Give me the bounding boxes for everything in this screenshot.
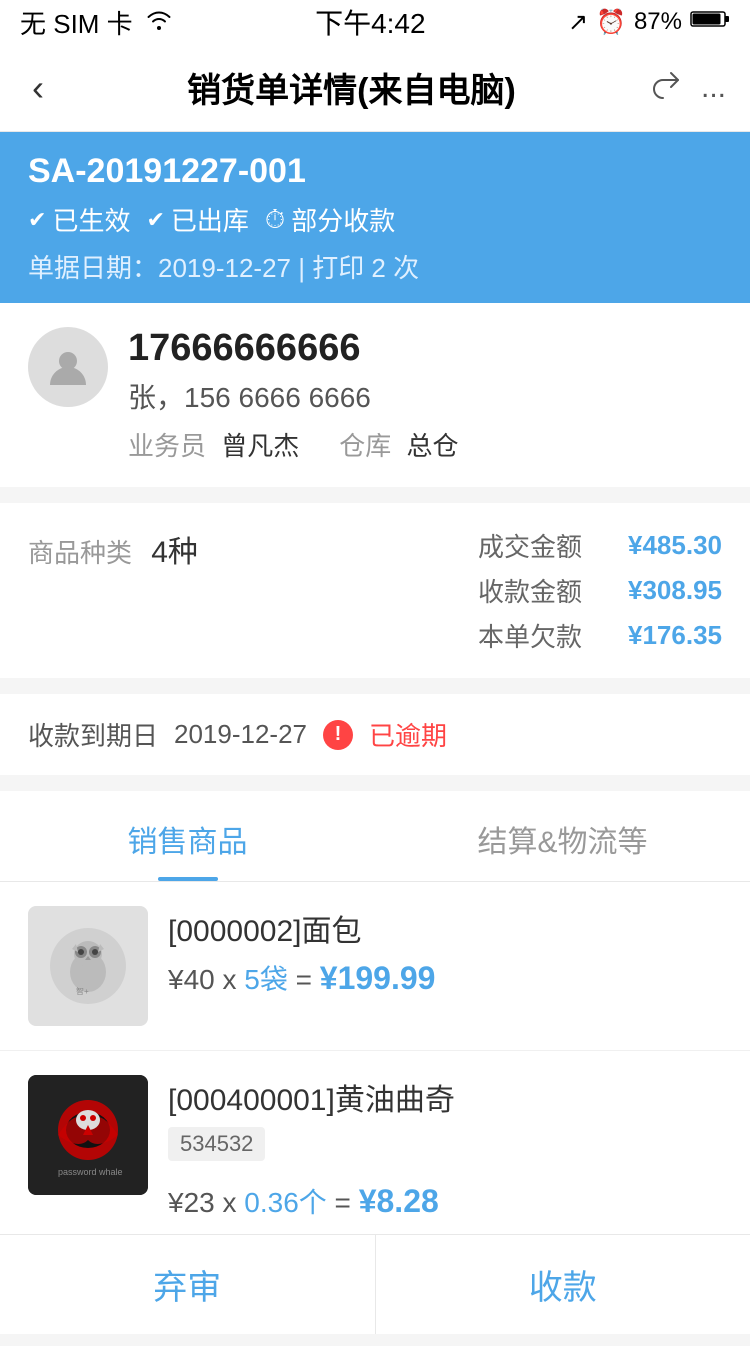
- product-details: [0000002]面包 ¥40 x 5袋 = ¥199.99: [168, 906, 722, 998]
- warehouse-label: 仓库: [339, 431, 391, 461]
- bottom-bar: 弃审 收款: [0, 1234, 750, 1334]
- product-price: ¥23 x 0.36个 = ¥8.28: [168, 1181, 722, 1221]
- product-total: ¥8.28: [359, 1183, 439, 1219]
- badge-shipped-label: 已出库: [171, 201, 249, 238]
- svg-text:智+: 智+: [76, 986, 89, 996]
- warehouse-value: 总仓: [407, 431, 459, 461]
- back-button[interactable]: ‹: [24, 59, 52, 117]
- overdue-icon: !: [323, 720, 353, 750]
- customer-id: 17666666666: [128, 327, 722, 370]
- product-total: ¥199.99: [320, 960, 436, 996]
- product-qty: 5袋: [244, 964, 288, 995]
- battery-icon: [690, 8, 730, 36]
- product-types-field: 商品种类 4种: [28, 527, 198, 571]
- status-right-icons: ↗ ⏰ 87%: [568, 8, 730, 37]
- products-list: 智+ [0000002]面包 ¥40 x 5袋 = ¥199.99: [0, 882, 750, 1246]
- svg-text:password whale: password whale: [58, 1167, 123, 1177]
- badge-partial-label: 部分收款: [291, 201, 395, 238]
- product-qty: 0.36个: [244, 1187, 327, 1218]
- warehouse-field: 仓库 总仓: [339, 426, 458, 463]
- nav-right-actions: ...: [651, 69, 726, 107]
- order-number: SA-20191227-001: [28, 152, 306, 191]
- product-price: ¥40 x 5袋 = ¥199.99: [168, 958, 722, 998]
- collection-label: 收款金额: [478, 572, 582, 609]
- badge-shipped: ✔ 已出库: [146, 201, 248, 238]
- wifi-icon: [145, 7, 173, 38]
- customer-meta: 业务员 曾凡杰 仓库 总仓: [128, 426, 722, 463]
- order-date: 单据日期：2019-12-27 | 打印 2 次: [28, 248, 722, 285]
- customer-section: 17666666666 张，156 6666 6666 业务员 曾凡杰 仓库 总…: [0, 303, 750, 487]
- alarm-icon: ⏰: [596, 8, 626, 37]
- overdue-text: 已逾期: [369, 716, 447, 753]
- share-icon[interactable]: [651, 69, 681, 107]
- location-icon: ↗: [568, 8, 588, 37]
- transaction-label: 成交金额: [478, 527, 582, 564]
- transaction-row: 成交金额 ¥485.30: [478, 527, 722, 564]
- product-image: 智+: [28, 906, 148, 1026]
- carrier-text: 无 SIM 卡: [20, 4, 133, 41]
- product-types-value: 4种: [151, 536, 198, 569]
- financial-stats: 成交金额 ¥485.30 收款金额 ¥308.95 本单欠款 ¥176.35: [478, 527, 722, 654]
- debt-label: 本单欠款: [478, 617, 582, 654]
- salesperson-field: 业务员 曾凡杰: [128, 426, 299, 463]
- list-item: password whale [000400001]黄油曲奇 534532 ¥2…: [0, 1051, 750, 1246]
- due-date-value: 2019-12-27: [174, 719, 307, 750]
- price-base: ¥40 x: [168, 964, 244, 995]
- clock-icon: ⏱: [265, 204, 285, 236]
- confirm-button[interactable]: 收款: [376, 1235, 750, 1334]
- cancel-button[interactable]: 弃审: [0, 1235, 376, 1334]
- product-sku: 534532: [168, 1127, 265, 1161]
- product-thumbnail: 智+: [28, 906, 148, 1026]
- page-title: 销货单详情(来自电脑): [52, 63, 651, 112]
- more-icon[interactable]: ...: [701, 71, 726, 105]
- tabs: 销售商品 结算&物流等: [0, 791, 750, 882]
- debt-row: 本单欠款 ¥176.35: [478, 617, 722, 654]
- tab-settlement[interactable]: 结算&物流等: [375, 791, 750, 881]
- status-carrier: 无 SIM 卡: [20, 4, 173, 41]
- salesperson-label: 业务员: [128, 431, 206, 461]
- customer-name: 张，156 6666 6666: [128, 376, 722, 416]
- product-thumbnail: password whale: [28, 1075, 148, 1195]
- collection-value: ¥308.95: [602, 575, 722, 606]
- list-item: 智+ [0000002]面包 ¥40 x 5袋 = ¥199.99: [0, 882, 750, 1051]
- badge-effective: ✔ 已生效: [28, 201, 130, 238]
- stats-section: 商品种类 4种 成交金额 ¥485.30 收款金额 ¥308.95 本单欠款 ¥…: [0, 503, 750, 678]
- salesperson-value: 曾凡杰: [221, 431, 299, 461]
- due-date-section: 收款到期日 2019-12-27 ! 已逾期: [0, 694, 750, 775]
- collection-row: 收款金额 ¥308.95: [478, 572, 722, 609]
- product-types-label: 商品种类: [28, 538, 132, 568]
- due-date-label: 收款到期日: [28, 716, 158, 753]
- badge-partial: ⏱ 部分收款: [265, 201, 395, 238]
- debt-value: ¥176.35: [602, 620, 722, 651]
- badge-effective-label: 已生效: [52, 201, 130, 238]
- order-badges: ✔ 已生效 ✔ 已出库 ⏱ 部分收款: [28, 201, 722, 238]
- price-base: ¥23 x: [168, 1187, 244, 1218]
- customer-info: 17666666666 张，156 6666 6666 业务员 曾凡杰 仓库 总…: [128, 327, 722, 463]
- avatar: [28, 327, 108, 407]
- product-name: [000400001]黄油曲奇: [168, 1075, 722, 1119]
- nav-bar: ‹ 销货单详情(来自电脑) ...: [0, 44, 750, 132]
- product-name: [0000002]面包: [168, 906, 722, 950]
- product-image: password whale: [28, 1075, 148, 1195]
- order-number-row: SA-20191227-001: [28, 152, 722, 191]
- battery-text: 87%: [634, 8, 682, 36]
- status-bar: 无 SIM 卡 下午4:42 ↗ ⏰ 87%: [0, 0, 750, 44]
- tab-sales-products[interactable]: 销售商品: [0, 791, 375, 881]
- status-time: 下午4:42: [315, 2, 426, 42]
- order-banner: SA-20191227-001 ✔ 已生效 ✔ 已出库 ⏱ 部分收款 单据日期：…: [0, 132, 750, 303]
- product-details: [000400001]黄油曲奇 534532 ¥23 x 0.36个 = ¥8.…: [168, 1075, 722, 1221]
- transaction-value: ¥485.30: [602, 530, 722, 561]
